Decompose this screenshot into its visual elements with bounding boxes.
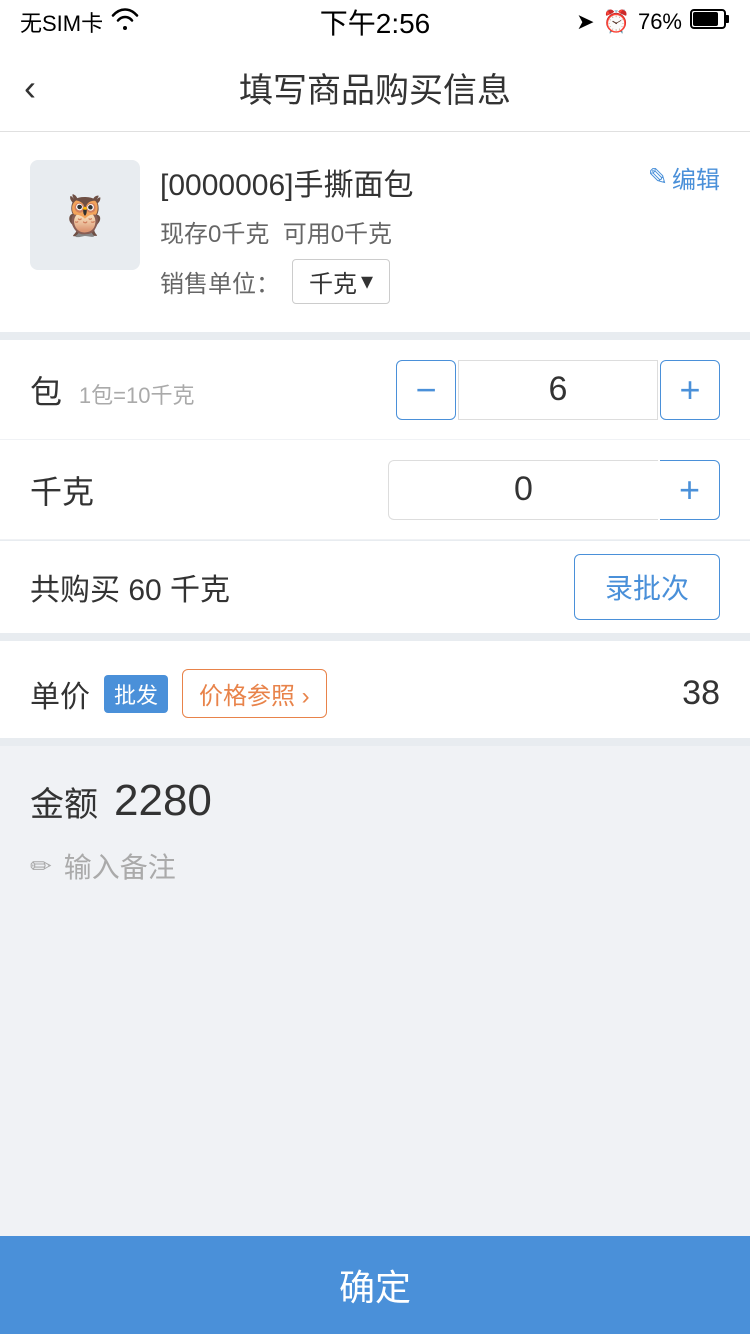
status-right: ➤ ⏰ 76%: [576, 8, 730, 36]
price-section: 单价 批发 价格参照 › 38: [0, 641, 750, 746]
battery-text: 76%: [638, 9, 682, 35]
remark-placeholder: 输入备注: [64, 846, 176, 886]
alarm-icon: ⏰: [603, 9, 630, 35]
price-ref-button[interactable]: 价格参照 ›: [182, 669, 327, 718]
kg-qty-control: +: [386, 460, 720, 520]
bao-minus-button[interactable]: −: [396, 360, 456, 420]
input-section: 包 1包=10千克 − + 千克 +: [0, 340, 750, 541]
product-thumbnail: 🦉: [30, 160, 140, 270]
kg-label: 千克: [30, 467, 386, 513]
summary-text: 共购买 60 千克: [30, 565, 230, 609]
carrier-text: 无SIM卡: [20, 6, 103, 38]
wifi-icon: [111, 8, 139, 36]
location-icon: ➤: [576, 9, 594, 35]
edit-icon: ✎: [648, 163, 668, 192]
status-bar: 无SIM卡 下午2:56 ➤ ⏰ 76%: [0, 0, 750, 44]
remark-icon: ✏: [30, 851, 52, 882]
bao-sub: 1包=10千克: [79, 383, 195, 408]
confirm-button[interactable]: 确定: [339, 1259, 411, 1311]
price-label: 单价: [30, 672, 90, 716]
bao-row: 包 1包=10千克 − +: [0, 340, 750, 440]
bao-input[interactable]: [458, 360, 658, 420]
amount-value: 2280: [114, 776, 212, 826]
price-value: 38: [682, 674, 720, 713]
price-tag: 批发: [104, 675, 168, 713]
product-logo: 🦉: [60, 192, 110, 239]
amount-row: 金额 2280: [30, 776, 720, 826]
confirm-footer[interactable]: 确定: [0, 1236, 750, 1334]
bao-qty-control: − +: [396, 360, 720, 420]
amount-section: 金额 2280 ✏ 输入备注: [0, 746, 750, 906]
bao-label: 包 1包=10千克: [30, 367, 396, 413]
edit-button[interactable]: ✎ 编辑: [648, 160, 720, 195]
product-name: [0000006]手撕面包: [160, 160, 720, 204]
batch-button[interactable]: 录批次: [574, 554, 720, 620]
nav-bar: ‹ 填写商品购买信息: [0, 44, 750, 132]
unit-select[interactable]: 千克 ▾: [292, 259, 390, 304]
amount-label: 金额: [30, 777, 98, 826]
chevron-down-icon: ▾: [361, 267, 373, 296]
status-time: 下午2:56: [320, 2, 431, 42]
remark-row[interactable]: ✏ 输入备注: [30, 846, 720, 886]
product-stock: 现存0千克 可用0千克: [160, 214, 720, 249]
status-left: 无SIM卡: [20, 6, 139, 38]
back-button[interactable]: ‹: [24, 67, 36, 109]
kg-input[interactable]: [388, 460, 658, 520]
product-unit-row: 销售单位： 千克 ▾: [160, 259, 720, 304]
page-title: 填写商品购买信息: [239, 63, 511, 112]
price-row: 单价 批发 价格参照 › 38: [30, 669, 720, 718]
product-info: [0000006]手撕面包 现存0千克 可用0千克 销售单位： 千克 ▾: [160, 160, 720, 304]
kg-plus-button[interactable]: +: [660, 460, 720, 520]
product-card: 🦉 [0000006]手撕面包 现存0千克 可用0千克 销售单位： 千克 ▾ ✎…: [0, 132, 750, 340]
battery-icon: [690, 8, 730, 36]
summary-row: 共购买 60 千克 录批次: [0, 541, 750, 641]
bao-plus-button[interactable]: +: [660, 360, 720, 420]
kg-row: 千克 +: [0, 440, 750, 540]
